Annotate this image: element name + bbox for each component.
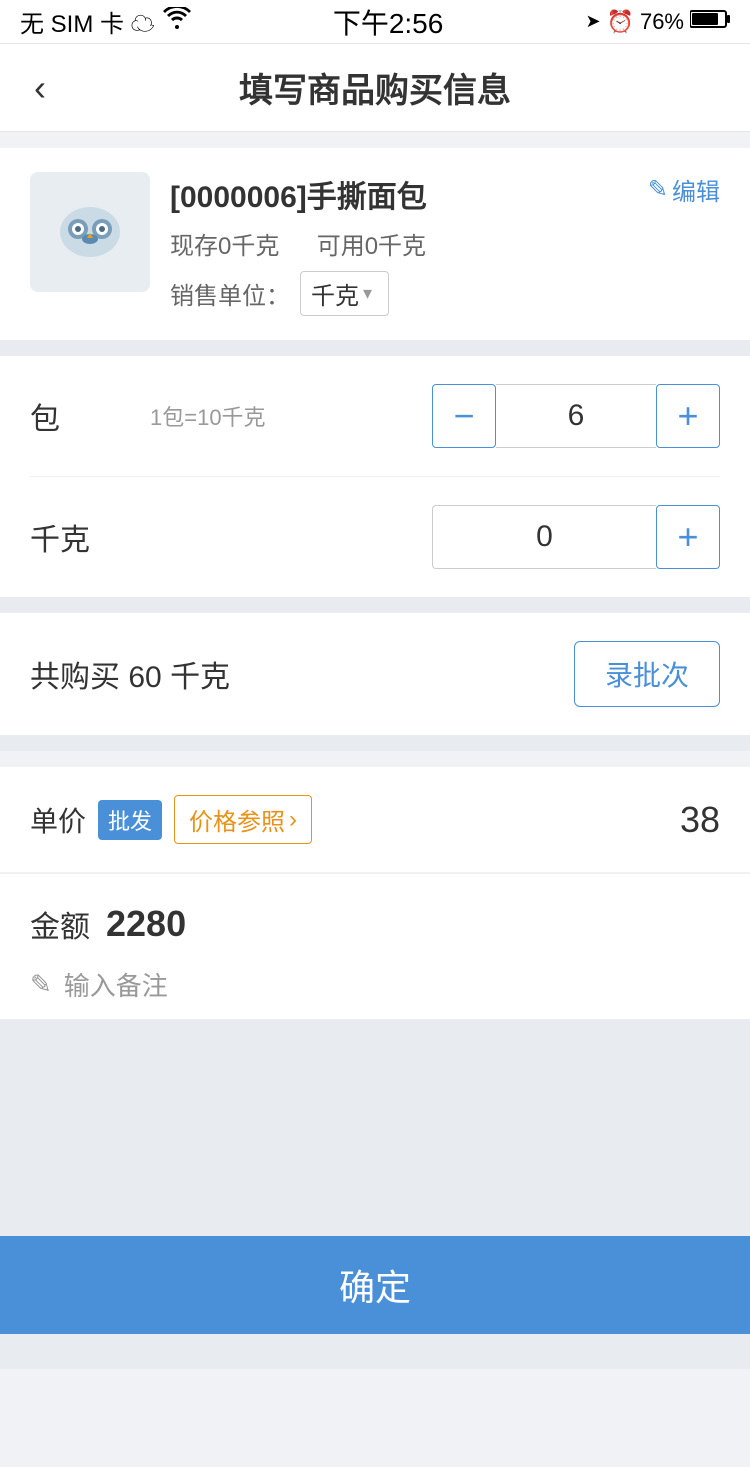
total-section: 共购买 60 千克 录批次 — [0, 613, 750, 735]
product-stock: 现存0千克 可用0千克 — [170, 226, 720, 261]
bao-label: 包 — [30, 394, 130, 438]
kg-controls: + — [432, 505, 720, 569]
batch-button[interactable]: 录批次 — [574, 641, 720, 707]
product-unit-row: 销售单位： 千克 ▾ — [170, 271, 720, 316]
location-icon: ➤ — [585, 11, 600, 32]
wifi-icon — [163, 7, 191, 36]
nav-bar: ‹ 填写商品购买信息 — [0, 44, 750, 132]
edit-button[interactable]: ✎ 编辑 — [648, 172, 720, 207]
total-unit: 千克 — [170, 661, 230, 694]
remark-row[interactable]: ✎ 输入备注 — [30, 966, 720, 1003]
product-card: [0000006]手撕面包 ✎ 编辑 现存0千克 可用0千克 销售单位： 千克 … — [0, 148, 750, 340]
price-ref-button[interactable]: 价格参照 › — [174, 795, 312, 844]
amount-label: 金额 — [30, 902, 90, 946]
unit-label: 销售单位： — [170, 276, 290, 311]
dropdown-icon: ▾ — [363, 283, 372, 304]
price-tag: 批发 — [98, 800, 162, 840]
status-bar: 无 SIM 卡 ☁ 下午2:56 ➤ ⏰ 76% — [0, 0, 750, 44]
kg-input-row: 千克 + — [30, 477, 720, 597]
bao-input-row: 包 1包=10千克 − + — [30, 356, 720, 477]
section-divider-3 — [0, 735, 750, 751]
status-time: 下午2:56 — [333, 2, 444, 42]
page-title: 填写商品购买信息 — [239, 63, 511, 112]
total-prefix: 共购买 — [30, 661, 120, 694]
avail-label: 可用0千克 — [317, 233, 426, 260]
product-info: [0000006]手撕面包 ✎ 编辑 现存0千克 可用0千克 销售单位： 千克 … — [170, 172, 720, 316]
back-button[interactable]: ‹ — [24, 57, 56, 119]
kg-input[interactable] — [432, 505, 656, 569]
product-thumbnail — [30, 172, 150, 292]
amount-value: 2280 — [106, 903, 186, 945]
price-left: 单价 批发 价格参照 › — [30, 795, 312, 844]
battery-label: 76% — [640, 9, 684, 35]
status-left: 无 SIM 卡 ☁ — [20, 4, 191, 39]
bao-minus-button[interactable]: − — [432, 384, 496, 448]
product-name: [0000006]手撕面包 — [170, 172, 427, 216]
amount-section: 金额 2280 ✎ 输入备注 — [0, 874, 750, 1019]
bao-input[interactable] — [496, 384, 656, 448]
kg-plus-button[interactable]: + — [656, 505, 720, 569]
remark-icon: ✎ — [30, 969, 52, 1000]
battery-icon — [690, 9, 730, 35]
stock-label: 现存0千克 — [170, 233, 279, 260]
amount-row: 金额 2280 — [30, 902, 720, 946]
price-section: 单价 批发 价格参照 › 38 — [0, 767, 750, 872]
bao-plus-button[interactable]: + — [656, 384, 720, 448]
bao-controls: − + — [432, 384, 720, 448]
price-label: 单价 — [30, 800, 86, 840]
price-value: 38 — [680, 799, 720, 841]
edit-icon: ✎ — [648, 175, 668, 204]
unit-select[interactable]: 千克 ▾ — [300, 271, 389, 316]
kg-label: 千克 — [30, 515, 130, 559]
sim-label: 无 SIM 卡 ☁ — [20, 4, 155, 39]
alarm-icon: ⏰ — [607, 9, 634, 35]
section-divider-1 — [0, 340, 750, 356]
total-amount: 60 — [128, 661, 161, 694]
price-ref-label: 价格参照 — [189, 802, 285, 837]
status-right: ➤ ⏰ 76% — [585, 9, 730, 35]
bao-hint: 1包=10千克 — [150, 400, 412, 432]
edit-label: 编辑 — [672, 172, 720, 207]
input-section: 包 1包=10千克 − + 千克 + — [0, 356, 750, 597]
section-divider-2 — [0, 597, 750, 613]
price-ref-arrow: › — [289, 806, 297, 834]
unit-value: 千克 — [311, 276, 359, 311]
remark-placeholder: 输入备注 — [64, 966, 168, 1003]
confirm-button[interactable]: 确定 — [0, 1236, 750, 1334]
total-text: 共购买 60 千克 — [30, 652, 230, 696]
